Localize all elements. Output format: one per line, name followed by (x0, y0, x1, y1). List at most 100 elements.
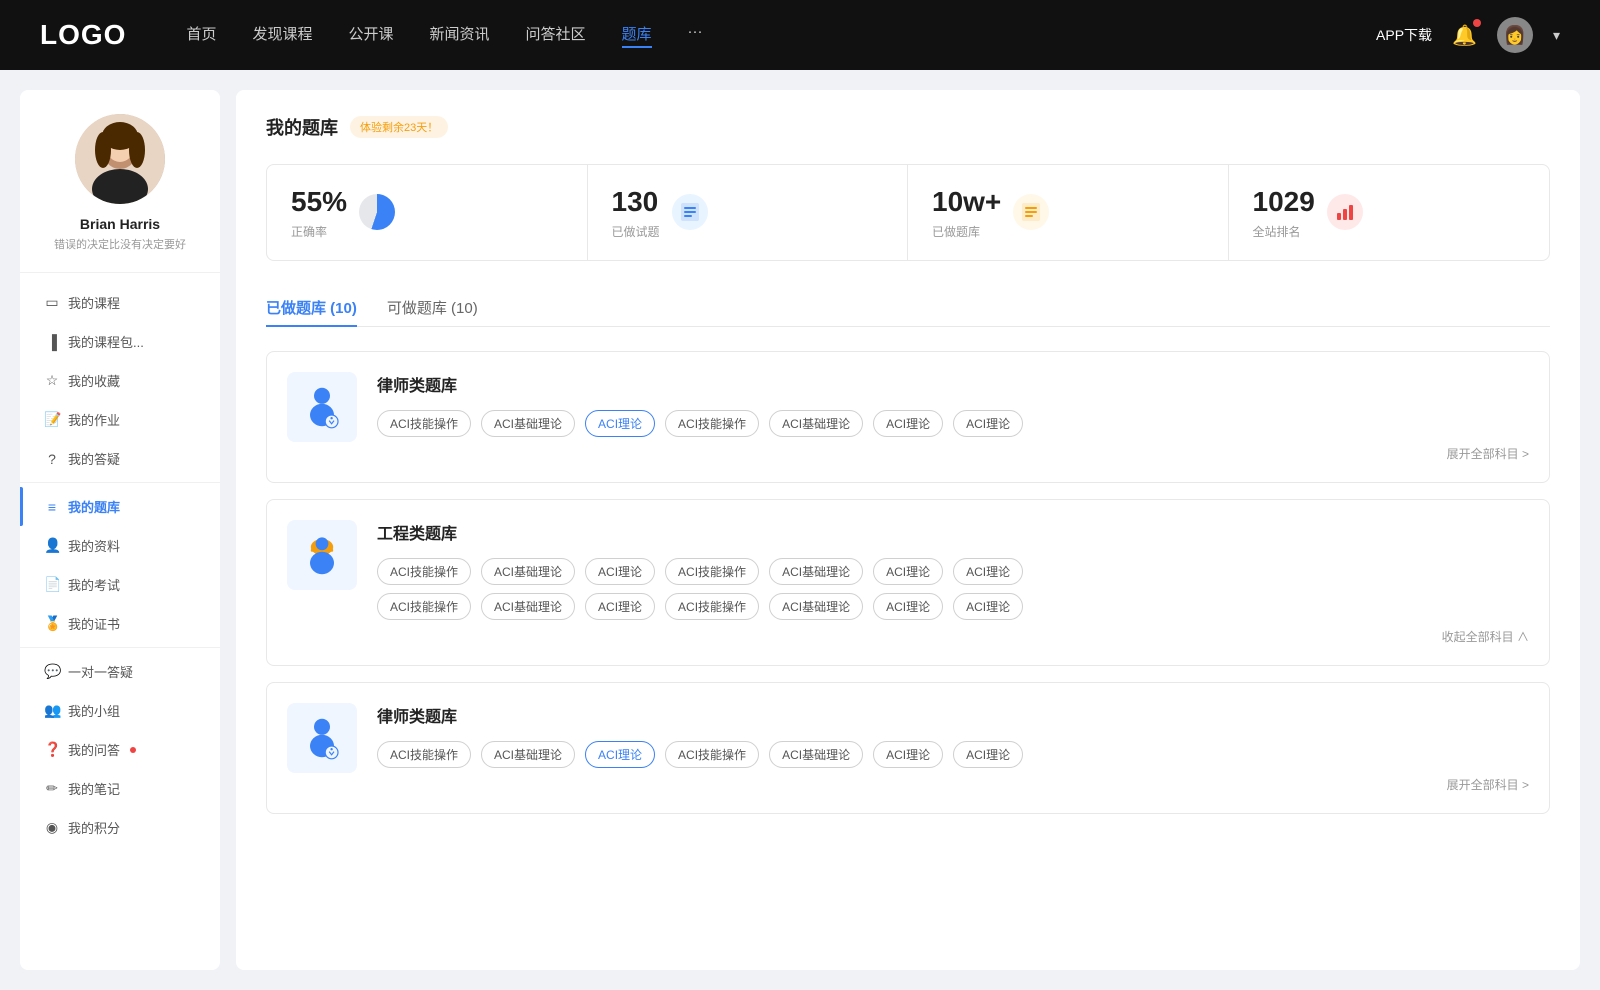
profile-icon: 👤 (44, 537, 60, 554)
bar-chart-icon: ▐ (44, 334, 60, 350)
sidebar-item-collection[interactable]: ☆ 我的收藏 (20, 361, 220, 400)
lawyer-icon-wrap-2 (287, 703, 357, 773)
sidebar-item-quiz-bank[interactable]: ≡ 我的题库 (20, 487, 220, 526)
tag-item[interactable]: ACI基础理论 (769, 558, 863, 585)
questions-value: 130 (612, 185, 660, 219)
questions-icon (672, 194, 708, 230)
nav-item-qa[interactable]: 问答社区 (526, 23, 586, 48)
certificate-icon: 🏅 (44, 615, 60, 632)
quiz-icon: ≡ (44, 499, 60, 515)
sidebar-item-course-pack[interactable]: ▐ 我的课程包... (20, 322, 220, 361)
tag-item[interactable]: ACI技能操作 (665, 410, 759, 437)
tag-item[interactable]: ACI基础理论 (481, 593, 575, 620)
tag-item[interactable]: ACI理论 (873, 410, 943, 437)
logo: LOGO (40, 19, 126, 51)
tag-item[interactable]: ACI理论 (953, 741, 1023, 768)
nav-item-news[interactable]: 新闻资讯 (430, 23, 490, 48)
expand-link-3[interactable]: 展开全部科目 > (377, 776, 1529, 793)
tag-item-active[interactable]: ACI理论 (585, 410, 655, 437)
tags-row-1: ACI技能操作 ACI基础理论 ACI理论 ACI技能操作 ACI基础理论 AC… (377, 410, 1529, 437)
stat-accuracy: 55% 正确率 (267, 165, 588, 260)
sidebar-item-group[interactable]: 👥 我的小组 (20, 691, 220, 730)
doc-icon: ▭ (44, 294, 60, 311)
tag-item[interactable]: ACI技能操作 (377, 593, 471, 620)
sidebar-item-homework[interactable]: 📝 我的作业 (20, 400, 220, 439)
tag-item[interactable]: ACI基础理论 (481, 410, 575, 437)
star-icon: ☆ (44, 372, 60, 389)
tag-item[interactable]: ACI技能操作 (665, 593, 759, 620)
sidebar-item-profile[interactable]: 👤 我的资料 (20, 526, 220, 565)
group-icon: 👥 (44, 702, 60, 719)
sidebar-item-label: 我的答疑 (68, 449, 120, 468)
nav-item-more[interactable]: ··· (688, 23, 703, 48)
tag-item[interactable]: ACI技能操作 (665, 741, 759, 768)
tag-item[interactable]: ACI理论 (953, 558, 1023, 585)
tag-item[interactable]: ACI技能操作 (377, 410, 471, 437)
sidebar-item-points[interactable]: ◉ 我的积分 (20, 808, 220, 847)
sidebar-item-label: 我的笔记 (68, 779, 120, 798)
sidebar-item-label: 一对一答疑 (68, 662, 133, 681)
tag-item[interactable]: ACI理论 (873, 593, 943, 620)
sidebar-item-label: 我的题库 (68, 497, 120, 516)
tag-item[interactable]: ACI技能操作 (377, 741, 471, 768)
sidebar-item-notes[interactable]: ✏ 我的笔记 (20, 769, 220, 808)
app-download-label[interactable]: APP下载 (1376, 25, 1432, 45)
tag-item[interactable]: ACI基础理论 (769, 410, 863, 437)
sidebar-item-qa-answer[interactable]: ? 我的答疑 (20, 439, 220, 478)
tab-done[interactable]: 已做题库 (10) (266, 289, 357, 326)
sidebar-item-label: 我的课程包... (68, 332, 144, 351)
subject-title-2: 工程类题库 (377, 520, 1529, 544)
tag-item[interactable]: ACI理论 (953, 593, 1023, 620)
tags-row-2b: ACI技能操作 ACI基础理论 ACI理论 ACI技能操作 ACI基础理论 AC… (377, 593, 1529, 620)
navbar: LOGO 首页 发现课程 公开课 新闻资讯 问答社区 题库 ··· APP下载 … (0, 0, 1600, 70)
sidebar-item-label: 我的收藏 (68, 371, 120, 390)
notes-icon: ✏ (44, 780, 60, 797)
expand-link-1[interactable]: 展开全部科目 > (377, 445, 1529, 462)
tag-item[interactable]: ACI理论 (873, 558, 943, 585)
tag-item[interactable]: ACI基础理论 (769, 593, 863, 620)
tab-todo[interactable]: 可做题库 (10) (387, 289, 478, 326)
page-title: 我的题库 (266, 114, 338, 140)
engineer-icon-wrap (287, 520, 357, 590)
sidebar-item-label: 我的小组 (68, 701, 120, 720)
nav-item-quiz[interactable]: 题库 (622, 23, 652, 48)
sidebar-item-my-course[interactable]: ▭ 我的课程 (20, 283, 220, 322)
subject-card-lawyer-1: 律师类题库 ACI技能操作 ACI基础理论 ACI理论 ACI技能操作 ACI基… (266, 351, 1550, 483)
tag-item[interactable]: ACI技能操作 (665, 558, 759, 585)
sidebar-item-my-qa[interactable]: ❓ 我的问答 (20, 730, 220, 769)
sidebar-item-label: 我的课程 (68, 293, 120, 312)
collapse-link[interactable]: 收起全部科目 ∧ (377, 628, 1529, 645)
question-icon: ? (44, 451, 60, 467)
sidebar-item-certificate[interactable]: 🏅 我的证书 (20, 604, 220, 643)
tag-item[interactable]: ACI理论 (585, 593, 655, 620)
rank-icon (1327, 194, 1363, 230)
points-icon: ◉ (44, 819, 60, 836)
user-dropdown-arrow[interactable]: ▾ (1553, 27, 1560, 44)
tags-row-3: ACI技能操作 ACI基础理论 ACI理论 ACI技能操作 ACI基础理论 AC… (377, 741, 1529, 768)
sidebar-item-exam[interactable]: 📄 我的考试 (20, 565, 220, 604)
subject-title-3: 律师类题库 (377, 703, 1529, 727)
notification-bell[interactable]: 🔔 (1452, 23, 1477, 48)
tag-item[interactable]: ACI理论 (953, 410, 1023, 437)
subject-card-lawyer-2: 律师类题库 ACI技能操作 ACI基础理论 ACI理论 ACI技能操作 ACI基… (266, 682, 1550, 814)
questions-label: 已做试题 (612, 223, 660, 240)
tag-item[interactable]: ACI理论 (585, 558, 655, 585)
tag-item[interactable]: ACI理论 (873, 741, 943, 768)
nav-item-open-course[interactable]: 公开课 (348, 23, 393, 48)
page-header: 我的题库 体验剩余23天！ (266, 114, 1550, 140)
tag-item-active[interactable]: ACI理论 (585, 741, 655, 768)
tag-item[interactable]: ACI基础理论 (481, 558, 575, 585)
nav-item-home[interactable]: 首页 (186, 23, 216, 48)
tag-item[interactable]: ACI基础理论 (769, 741, 863, 768)
accuracy-value: 55% (291, 185, 347, 219)
banks-label: 已做题库 (932, 223, 1001, 240)
nav-item-discover[interactable]: 发现课程 (252, 23, 312, 48)
tag-item[interactable]: ACI基础理论 (481, 741, 575, 768)
user-avatar[interactable]: 👩 (1497, 17, 1533, 53)
stat-rank: 1029 全站排名 (1229, 165, 1550, 260)
accuracy-pie-chart (359, 194, 395, 230)
profile-name: Brian Harris (36, 216, 204, 232)
tag-item[interactable]: ACI技能操作 (377, 558, 471, 585)
rank-label: 全站排名 (1253, 223, 1315, 240)
sidebar-item-1to1-qa[interactable]: 💬 一对一答疑 (20, 652, 220, 691)
